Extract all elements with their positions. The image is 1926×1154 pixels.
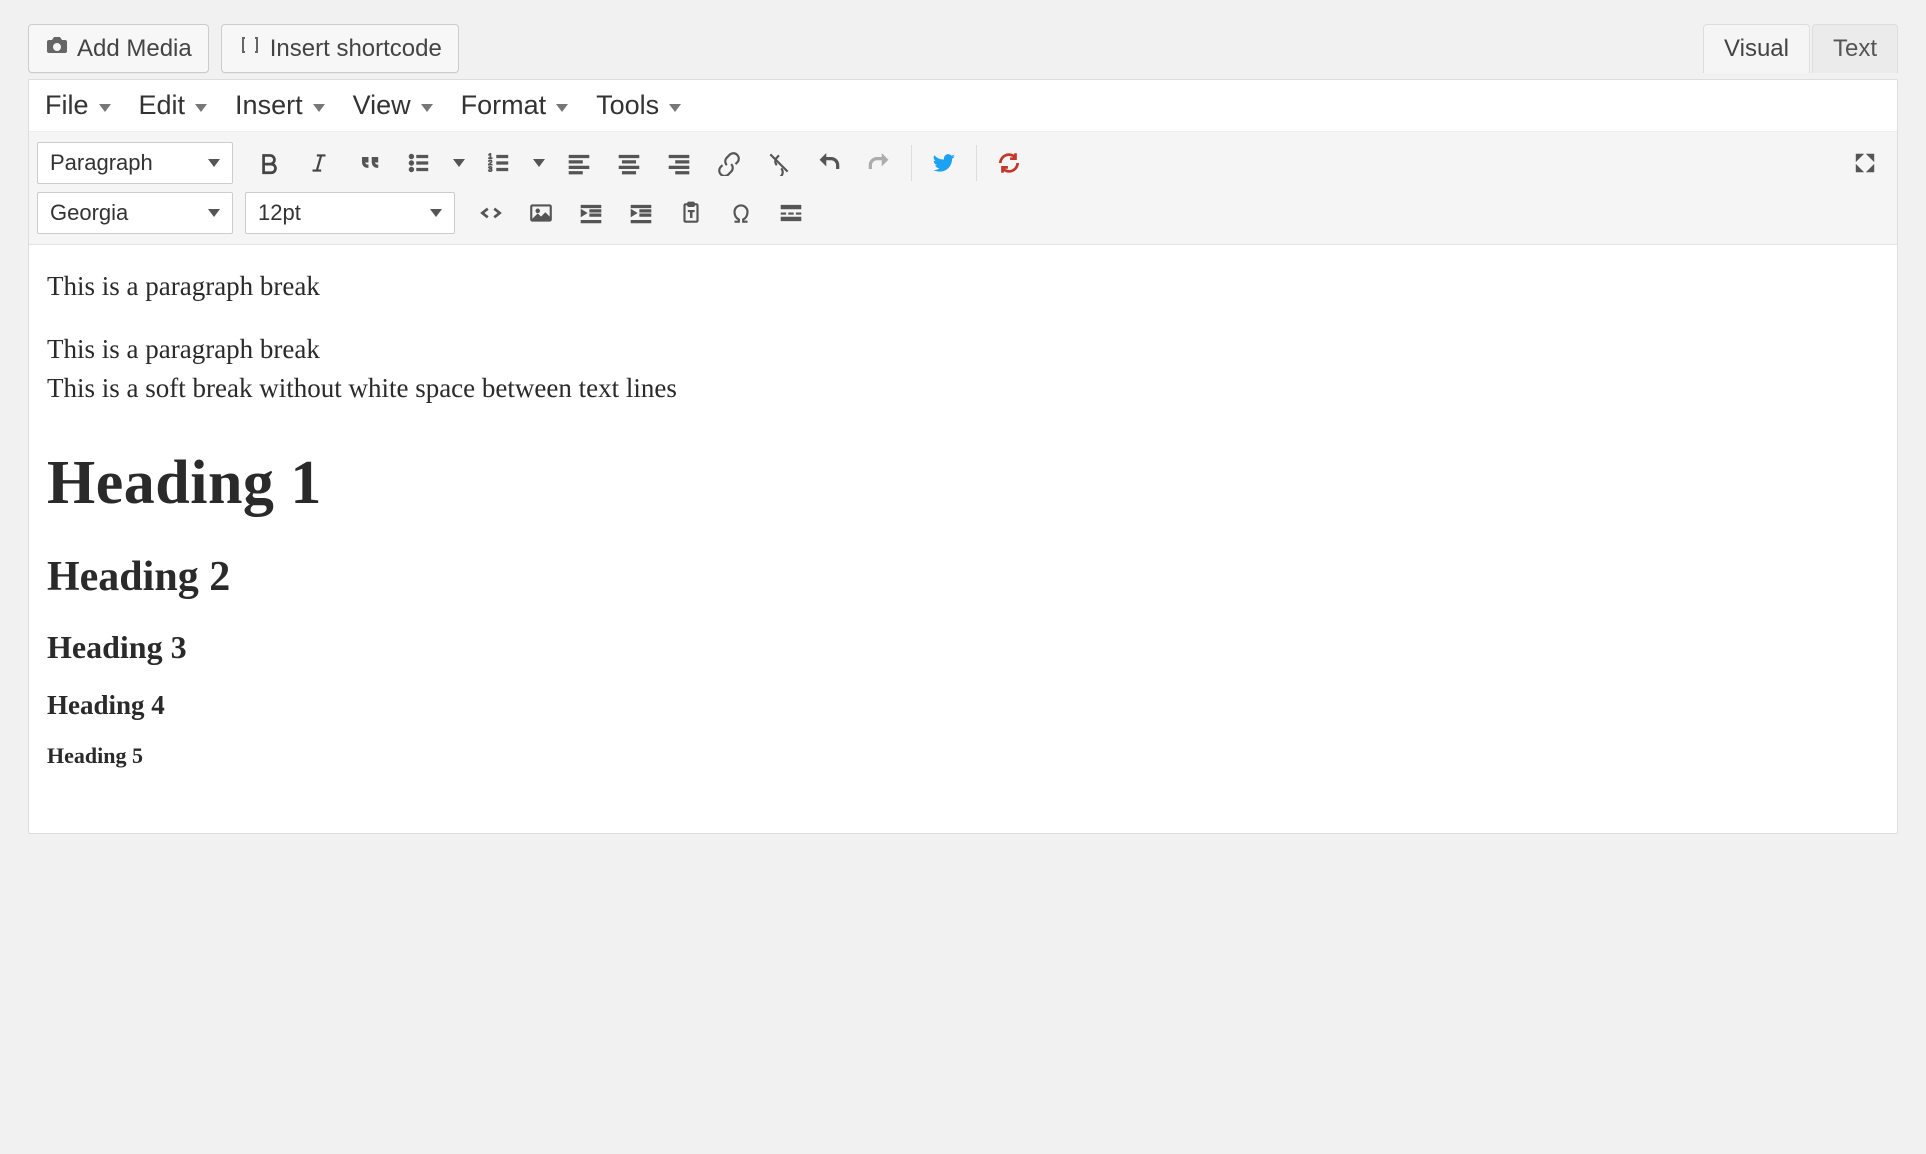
camera-icon bbox=[45, 33, 69, 64]
outdent-button[interactable] bbox=[567, 192, 615, 234]
indent-button[interactable] bbox=[617, 192, 665, 234]
chevron-down-icon bbox=[313, 104, 325, 112]
add-media-label: Add Media bbox=[77, 35, 192, 63]
add-media-button[interactable]: Add Media bbox=[28, 24, 209, 73]
font-size-select[interactable]: 12pt bbox=[245, 192, 455, 234]
insert-shortcode-button[interactable]: Insert shortcode bbox=[221, 24, 459, 73]
toolbar-divider bbox=[976, 145, 977, 181]
menu-file-label: File bbox=[45, 90, 89, 121]
editor-frame: File Edit Insert View Format Tools Parag… bbox=[28, 79, 1898, 834]
menu-edit[interactable]: Edit bbox=[139, 90, 208, 121]
chevron-down-icon bbox=[208, 209, 220, 217]
chevron-down-icon bbox=[556, 104, 568, 112]
chevron-down-icon bbox=[533, 159, 545, 167]
menu-format[interactable]: Format bbox=[461, 90, 569, 121]
align-center-button[interactable] bbox=[605, 142, 653, 184]
tab-visual-label: Visual bbox=[1724, 35, 1789, 62]
align-right-button[interactable] bbox=[655, 142, 703, 184]
heading-5[interactable]: Heading 5 bbox=[47, 743, 1879, 769]
twitter-button[interactable] bbox=[920, 142, 968, 184]
tab-visual[interactable]: Visual bbox=[1703, 24, 1810, 73]
paragraph-format-label: Paragraph bbox=[50, 150, 190, 176]
fullscreen-button[interactable] bbox=[1841, 142, 1889, 184]
chevron-down-icon bbox=[453, 159, 465, 167]
chevron-down-icon bbox=[99, 104, 111, 112]
toolbar-row-2: Georgia 12pt bbox=[37, 188, 1889, 238]
menu-tools-label: Tools bbox=[596, 90, 659, 121]
paragraph-2-line-1[interactable]: This is a paragraph break bbox=[47, 330, 1879, 369]
insert-shortcode-label: Insert shortcode bbox=[270, 35, 442, 63]
paragraph-2-line-2[interactable]: This is a soft break without white space… bbox=[47, 369, 1879, 408]
bold-button[interactable] bbox=[245, 142, 293, 184]
media-buttons: Add Media Insert shortcode bbox=[28, 24, 459, 73]
svg-text:T: T bbox=[688, 209, 694, 220]
editor-tabs: Visual Text bbox=[1703, 24, 1898, 73]
svg-text:3: 3 bbox=[488, 165, 492, 174]
chevron-down-icon bbox=[208, 159, 220, 167]
font-family-select[interactable]: Georgia bbox=[37, 192, 233, 234]
align-left-button[interactable] bbox=[555, 142, 603, 184]
toolbar-divider bbox=[911, 145, 912, 181]
menu-insert-label: Insert bbox=[235, 90, 303, 121]
editor-top-row: Add Media Insert shortcode Visual Text bbox=[28, 24, 1898, 73]
ordered-list-menu[interactable] bbox=[525, 142, 553, 184]
heading-3[interactable]: Heading 3 bbox=[47, 629, 1879, 666]
read-more-button[interactable] bbox=[767, 192, 815, 234]
special-character-button[interactable] bbox=[717, 192, 765, 234]
redo-button[interactable] bbox=[855, 142, 903, 184]
editor-content[interactable]: This is a paragraph break This is a para… bbox=[29, 245, 1897, 833]
heading-4[interactable]: Heading 4 bbox=[47, 690, 1879, 721]
shortcode-icon bbox=[238, 33, 262, 64]
refresh-button[interactable] bbox=[985, 142, 1033, 184]
menu-insert[interactable]: Insert bbox=[235, 90, 325, 121]
paste-as-text-button[interactable]: T bbox=[667, 192, 715, 234]
unordered-list-menu[interactable] bbox=[445, 142, 473, 184]
menu-format-label: Format bbox=[461, 90, 547, 121]
menubar: File Edit Insert View Format Tools bbox=[29, 80, 1897, 132]
paragraph-1[interactable]: This is a paragraph break bbox=[47, 267, 1879, 306]
ordered-list-button[interactable]: 123 bbox=[475, 142, 523, 184]
chevron-down-icon bbox=[669, 104, 681, 112]
chevron-down-icon bbox=[430, 209, 442, 217]
tab-text-label: Text bbox=[1833, 35, 1877, 62]
source-code-button[interactable] bbox=[467, 192, 515, 234]
menu-view[interactable]: View bbox=[353, 90, 433, 121]
chevron-down-icon bbox=[421, 104, 433, 112]
menu-file[interactable]: File bbox=[45, 90, 111, 121]
menu-view-label: View bbox=[353, 90, 411, 121]
toolbar: Paragraph 123 bbox=[29, 132, 1897, 245]
menu-tools[interactable]: Tools bbox=[596, 90, 681, 121]
tab-text[interactable]: Text bbox=[1812, 24, 1898, 73]
paragraph-format-select[interactable]: Paragraph bbox=[37, 142, 233, 184]
font-family-label: Georgia bbox=[50, 200, 190, 226]
blockquote-button[interactable] bbox=[345, 142, 393, 184]
unlink-button[interactable] bbox=[755, 142, 803, 184]
undo-button[interactable] bbox=[805, 142, 853, 184]
toolbar-row-1: Paragraph 123 bbox=[37, 138, 1889, 188]
insert-image-button[interactable] bbox=[517, 192, 565, 234]
chevron-down-icon bbox=[195, 104, 207, 112]
italic-button[interactable] bbox=[295, 142, 343, 184]
font-size-label: 12pt bbox=[258, 200, 412, 226]
heading-1[interactable]: Heading 1 bbox=[47, 448, 1879, 519]
heading-2[interactable]: Heading 2 bbox=[47, 553, 1879, 601]
menu-edit-label: Edit bbox=[139, 90, 186, 121]
link-button[interactable] bbox=[705, 142, 753, 184]
unordered-list-button[interactable] bbox=[395, 142, 443, 184]
